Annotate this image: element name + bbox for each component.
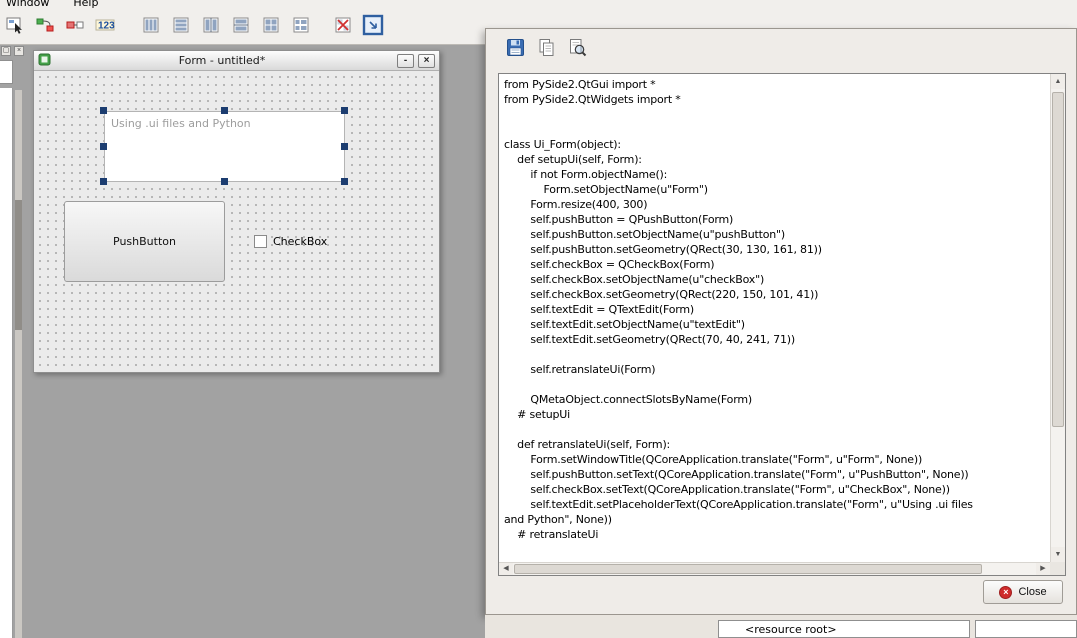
resource-root-item[interactable]: <resource root> <box>718 620 970 638</box>
resource-side-panel <box>975 620 1077 638</box>
widgetbox-filter-input[interactable] <box>0 60 13 84</box>
menubar: Window Help <box>6 0 98 9</box>
checkbox-indicator[interactable] <box>254 235 267 248</box>
resource-root-label: <resource root> <box>745 623 837 636</box>
form-editor-window: Form - untitled* - × Using .ui files and… <box>33 50 440 373</box>
copy-button[interactable] <box>534 37 558 61</box>
form-window-title: Form - untitled* <box>51 54 393 67</box>
code-dialog-toolbar <box>503 37 589 61</box>
copy-icon <box>536 37 557 61</box>
close-dialog-button[interactable]: × Close <box>983 580 1063 604</box>
form-window-icon <box>38 53 51 69</box>
print-preview-button[interactable] <box>565 37 589 61</box>
layout-horizontally-button[interactable] <box>138 13 164 39</box>
qt-designer-window: Window Help 123 ▢ × <box>0 0 1077 638</box>
layout-vertical-splitter-button[interactable] <box>228 13 254 39</box>
edit-signals-slots-icon <box>35 15 55 38</box>
close-window-button[interactable]: × <box>418 54 435 68</box>
textedit-widget[interactable]: Using .ui files and Python <box>104 111 345 182</box>
generated-code-text[interactable]: from PySide2.QtGui import * from PySide2… <box>499 74 1050 562</box>
dock-titlebar-controls: ▢ × <box>1 46 24 56</box>
code-preview-dialog: from PySide2.QtGui import * from PySide2… <box>485 28 1077 615</box>
layout-form-button[interactable] <box>288 13 314 39</box>
break-layout-icon <box>333 15 353 38</box>
widgetbox-panel <box>0 88 13 638</box>
scroll-left-icon[interactable]: ◀ <box>499 563 513 575</box>
code-view[interactable]: from PySide2.QtGui import * from PySide2… <box>498 73 1066 576</box>
checkbox-label: CheckBox <box>273 235 327 248</box>
save-button[interactable] <box>503 37 527 61</box>
layout-form-icon <box>291 15 311 38</box>
layout-horizontal-splitter-button[interactable] <box>198 13 224 39</box>
selection-handle-top-right[interactable] <box>341 107 348 114</box>
edit-buddies-icon <box>65 15 85 38</box>
horizontal-scrollbar[interactable]: ◀ ▶ <box>499 562 1050 575</box>
edit-tab-order-button[interactable]: 123 <box>92 13 118 39</box>
minimize-button[interactable]: - <box>397 54 414 68</box>
layout-grid-button[interactable] <box>258 13 284 39</box>
save-icon <box>505 37 526 61</box>
selection-handle-mid-right[interactable] <box>341 143 348 150</box>
layout-grid-icon <box>261 15 281 38</box>
scroll-right-icon[interactable]: ▶ <box>1036 563 1050 575</box>
edit-widgets-icon <box>5 15 25 38</box>
checkbox-widget[interactable]: CheckBox <box>254 221 355 262</box>
scrollbar-corner <box>1050 562 1065 575</box>
layout-horizontally-icon <box>141 15 161 38</box>
edit-tab-order-icon: 123 <box>95 15 115 38</box>
horizontal-scrollbar-thumb[interactable] <box>514 564 982 574</box>
widgetbox-scrollbar[interactable] <box>15 90 22 638</box>
form-canvas[interactable]: Using .ui files and Python PushButton Ch… <box>34 71 439 372</box>
layout-vertically-button[interactable] <box>168 13 194 39</box>
dock-float-icon[interactable]: ▢ <box>1 46 11 56</box>
layout-vertically-icon <box>171 15 191 38</box>
edit-widgets-button[interactable] <box>2 13 28 39</box>
adjust-size-icon <box>362 14 384 39</box>
selection-handle-top-mid[interactable] <box>221 107 228 114</box>
svg-text:123: 123 <box>98 20 115 31</box>
selection-handle-top-left[interactable] <box>100 107 107 114</box>
close-button-label: Close <box>1018 586 1046 598</box>
edit-signals-slots-button[interactable] <box>32 13 58 39</box>
edit-buddies-button[interactable] <box>62 13 88 39</box>
pushbutton-widget[interactable]: PushButton <box>64 201 225 282</box>
selection-handle-bottom-right[interactable] <box>341 178 348 185</box>
menu-help[interactable]: Help <box>73 0 98 9</box>
resource-browser-strip: <resource root> <box>485 615 1077 638</box>
selection-handle-bottom-mid[interactable] <box>221 178 228 185</box>
layout-horizontal-splitter-icon <box>201 15 221 38</box>
close-icon: × <box>999 586 1012 599</box>
form-window-titlebar[interactable]: Form - untitled* - × <box>34 51 439 71</box>
main-toolbar: 123 <box>2 11 386 41</box>
layout-vertical-splitter-icon <box>231 15 251 38</box>
adjust-size-button[interactable] <box>360 13 386 39</box>
dock-close-icon[interactable]: × <box>14 46 24 56</box>
scroll-down-icon[interactable]: ▼ <box>1051 547 1065 562</box>
widgetbox-scrollbar-thumb[interactable] <box>15 200 22 330</box>
selection-handle-bottom-left[interactable] <box>100 178 107 185</box>
vertical-scrollbar-thumb[interactable] <box>1052 92 1064 427</box>
textedit-placeholder: Using .ui files and Python <box>111 117 251 130</box>
toolbar-separator <box>122 26 134 27</box>
break-layout-button[interactable] <box>330 13 356 39</box>
toolbar-separator <box>318 26 326 27</box>
scroll-up-icon[interactable]: ▲ <box>1051 74 1065 89</box>
selection-handle-mid-left[interactable] <box>100 143 107 150</box>
print-preview-icon <box>567 37 588 61</box>
vertical-scrollbar[interactable]: ▲ ▼ <box>1050 74 1065 562</box>
menu-window[interactable]: Window <box>6 0 49 9</box>
